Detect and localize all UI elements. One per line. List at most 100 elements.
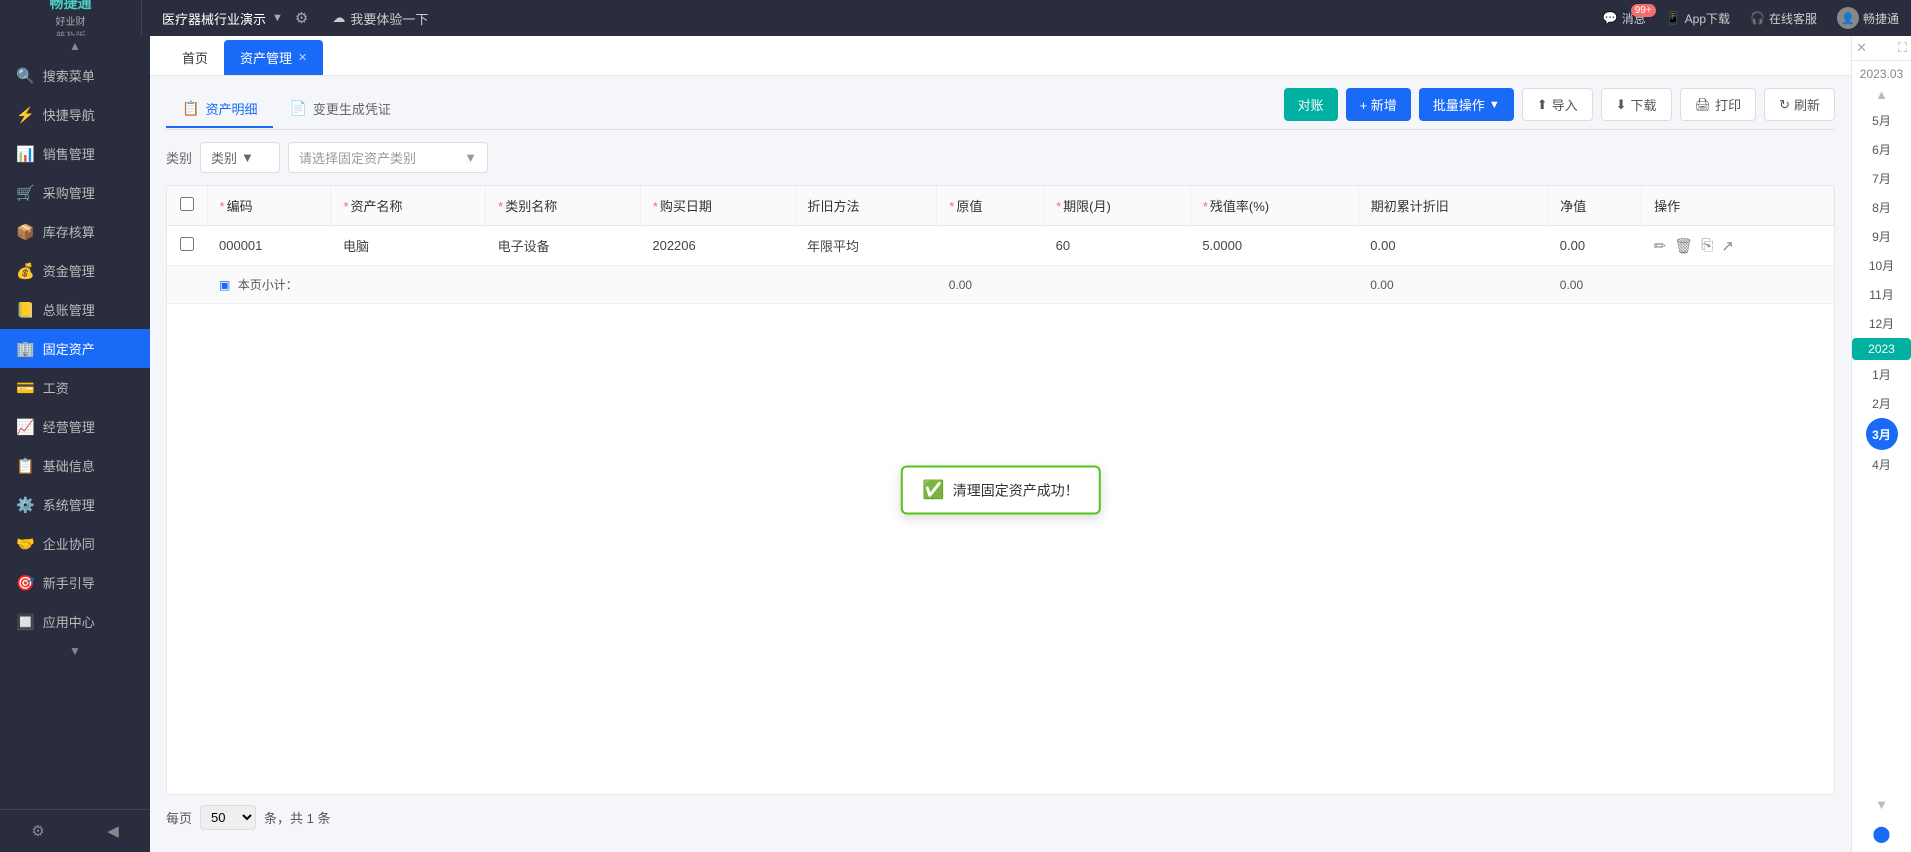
th-dep-method: 折旧方法	[795, 186, 937, 226]
sub-tab-asset-detail[interactable]: 📋 资产明细	[166, 91, 273, 128]
import-button[interactable]: ⬆ 导入	[1522, 88, 1593, 121]
month-3-current[interactable]: 3月	[1866, 418, 1898, 450]
content-area: 首页 资产管理 ✕ 📋 资产明细 📄 变更生成凭证	[150, 36, 1851, 852]
month-5[interactable]: 5月	[1852, 106, 1911, 135]
sidebar-item-sales[interactable]: 📊 销售管理	[0, 134, 150, 173]
sidebar-label-inventory: 库存核算	[43, 222, 95, 241]
subtotal-net-value: 0.00	[1548, 266, 1642, 304]
month-7[interactable]: 7月	[1852, 164, 1911, 193]
tab-home[interactable]: 首页	[166, 40, 224, 75]
sidebar-item-apps[interactable]: 🔲 应用中心	[0, 602, 150, 641]
tab-close-icon[interactable]: ✕	[298, 51, 307, 64]
new-button[interactable]: + 新增	[1346, 88, 1411, 121]
scroll-down-arrow[interactable]: ▼	[1875, 793, 1888, 816]
panel-expand-button[interactable]: ⛶	[1898, 40, 1907, 56]
select-all-checkbox[interactable]	[180, 197, 194, 211]
sidebar-item-fixed-assets[interactable]: 🏢 固定资产	[0, 329, 150, 368]
refresh-icon: ↻	[1779, 97, 1790, 113]
batch-button[interactable]: 批量操作 ▼	[1419, 88, 1514, 121]
sidebar-item-basic-info[interactable]: 📋 基础信息	[0, 446, 150, 485]
sidebar-item-inventory[interactable]: 📦 库存核算	[0, 212, 150, 251]
more-icon[interactable]: ↗	[1721, 237, 1734, 255]
month-8[interactable]: 8月	[1852, 193, 1911, 222]
sidebar-scroll-up[interactable]: ▲	[0, 36, 150, 56]
page-content: 📋 资产明细 📄 变更生成凭证 对账 + 新增 批量操作	[150, 76, 1851, 852]
month-10[interactable]: 10月	[1852, 251, 1911, 280]
row-name: 电脑	[331, 226, 486, 266]
row-checkbox[interactable]	[180, 237, 194, 251]
online-service-button[interactable]: 🎧 在线客服	[1750, 10, 1817, 27]
sidebar-collapse-btn[interactable]: ◀	[103, 818, 123, 844]
sidebar-item-search[interactable]: 🔍 搜索菜单	[0, 56, 150, 95]
month-12[interactable]: 12月	[1852, 309, 1911, 338]
month-1[interactable]: 1月	[1852, 360, 1911, 389]
message-badge: 99+	[1631, 4, 1656, 17]
sidebar-label-quicknav: 快捷导航	[43, 105, 95, 124]
copy-icon[interactable]: ⎘	[1701, 237, 1713, 255]
th-code: *编码	[207, 186, 331, 226]
asset-table: *编码 *资产名称 *类别名称 *购买日期 折旧方法 *原值 *期限(月) *残…	[167, 186, 1834, 304]
sidebar-item-guide[interactable]: 🎯 新手引导	[0, 563, 150, 602]
subtotal-label-cell: ▣ 本页小计：	[207, 266, 937, 304]
import-icon: ⬆	[1537, 97, 1548, 113]
sidebar-item-ledger[interactable]: 📒 总账管理	[0, 290, 150, 329]
sidebar-label-basic-info: 基础信息	[43, 456, 95, 475]
guide-icon: 🎯	[16, 574, 35, 592]
month-6[interactable]: 6月	[1852, 135, 1911, 164]
user-profile[interactable]: 👤 畅捷通	[1837, 7, 1899, 29]
th-actions: 操作	[1642, 186, 1834, 226]
row-accumulated-dep: 0.00	[1358, 226, 1548, 266]
filter-asset-placeholder: 请选择固定资产类别	[299, 148, 416, 167]
month-9[interactable]: 9月	[1852, 222, 1911, 251]
sidebar-item-operations[interactable]: 📈 经营管理	[0, 407, 150, 446]
asset-detail-icon: 📋	[182, 100, 199, 117]
subtotal-empty1	[1044, 266, 1191, 304]
sidebar-label-guide: 新手引导	[43, 573, 95, 592]
user-avatar: 👤	[1837, 7, 1859, 29]
service-icon: 🎧	[1750, 11, 1765, 25]
filter-category-arrow: ▼	[241, 150, 254, 165]
sidebar-settings-btn[interactable]: ⚙	[27, 818, 48, 844]
sidebar-item-purchase[interactable]: 🛒 采购管理	[0, 173, 150, 212]
user-name: 畅捷通	[1863, 10, 1899, 27]
funds-icon: 💰	[16, 262, 35, 280]
print-button[interactable]: 🖨 打印	[1680, 88, 1757, 121]
refresh-button[interactable]: ↻ 刷新	[1764, 88, 1835, 121]
th-period: *期限(月)	[1044, 186, 1191, 226]
tab-asset-label: 资产管理	[240, 48, 292, 67]
year-label: 2023.03	[1860, 61, 1903, 83]
message-icon: 💬	[1603, 11, 1618, 25]
year-2023-label[interactable]: 2023	[1852, 338, 1911, 360]
collab-icon: 🤝	[16, 535, 35, 553]
message-button[interactable]: 💬 消息 99+	[1603, 10, 1646, 27]
sidebar-label-funds: 资金管理	[43, 261, 95, 280]
tab-asset-management[interactable]: 资产管理 ✕	[224, 40, 323, 75]
sidebar-item-funds[interactable]: 💰 资金管理	[0, 251, 150, 290]
th-residual-rate: *残值率(%)	[1190, 186, 1358, 226]
delete-icon[interactable]: 🗑	[1674, 237, 1693, 255]
subtotal-original-value: 0.00	[937, 266, 1044, 304]
sidebar-scroll-down[interactable]: ▼	[0, 641, 150, 661]
sidebar-item-collab[interactable]: 🤝 企业协同	[0, 524, 150, 563]
filter-asset-dropdown[interactable]: 请选择固定资产类别 ▼	[288, 142, 488, 173]
sidebar-item-salary[interactable]: 💳 工资	[0, 368, 150, 407]
filter-category-select[interactable]: 类别 ▼	[200, 142, 280, 173]
company-selector[interactable]: 医疗器械行业演示 ▼	[162, 9, 283, 28]
page-size-select[interactable]: 50 100	[200, 805, 256, 830]
sub-tab-voucher[interactable]: 📄 变更生成凭证	[273, 91, 406, 128]
sidebar-item-quicknav[interactable]: ⚡ 快捷导航	[0, 95, 150, 134]
sidebar-item-system[interactable]: ⚙️ 系统管理	[0, 485, 150, 524]
settings-icon[interactable]: ⚙	[295, 9, 308, 27]
scroll-up-arrow[interactable]: ▲	[1875, 83, 1888, 106]
experience-button[interactable]: ☁ 我要体验一下	[332, 9, 428, 28]
sidebar-label-purchase: 采购管理	[43, 183, 95, 202]
edit-icon[interactable]: ✏	[1654, 237, 1667, 255]
month-4[interactable]: 4月	[1852, 450, 1911, 479]
panel-bottom-button[interactable]: ⬤	[1873, 816, 1891, 852]
duizhang-button[interactable]: 对账	[1284, 88, 1338, 121]
month-11[interactable]: 11月	[1852, 280, 1911, 309]
panel-close-button[interactable]: ✕	[1856, 40, 1867, 56]
download-button[interactable]: ⬇ 下载	[1601, 88, 1672, 121]
month-2[interactable]: 2月	[1852, 389, 1911, 418]
app-download-button[interactable]: 📱 App下载	[1666, 10, 1730, 27]
